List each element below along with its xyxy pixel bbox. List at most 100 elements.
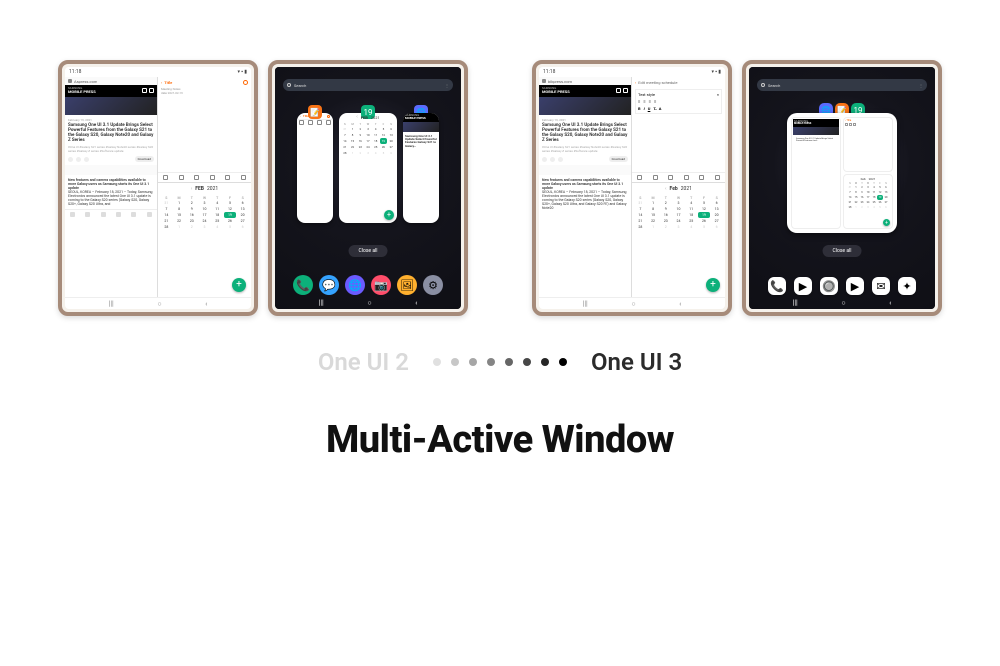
strike-button[interactable]: T̶: [653, 106, 655, 111]
app-dock[interactable]: 📞 💬 🌐 📷 🖼 ⚙: [275, 275, 461, 295]
split-pane-calendar[interactable]: ‹ FEB 2021 SMTWTFS3112345678910111213141…: [158, 183, 251, 297]
nav-tabs-icon[interactable]: [131, 212, 136, 217]
notes-body[interactable]: [158, 95, 251, 172]
share-link-icon[interactable]: [558, 157, 563, 162]
task-card-calendar[interactable]: 19 ‹FEB2021 SMTWTFS311234567891011121314…: [339, 113, 397, 223]
split-pane-calendar[interactable]: ‹ Feb 2021 SMTWTFS3112345678910111213141…: [632, 183, 725, 297]
download-button[interactable]: Download: [135, 156, 154, 162]
mini-notes[interactable]: ‹ Title: [843, 117, 893, 172]
notes-record-icon[interactable]: [243, 80, 248, 85]
tool-check-icon[interactable]: [163, 175, 168, 180]
nav-recent-icon[interactable]: |||: [583, 300, 588, 308]
recents-cards-row[interactable]: 📝 ‹Title 19 ‹FEB2021 SMTWTFS311234567891…: [275, 103, 461, 233]
align-justify-icon[interactable]: ≡: [654, 99, 656, 104]
search-icon[interactable]: [616, 88, 621, 93]
calendar-day[interactable]: 12: [698, 206, 711, 212]
calendar-fab[interactable]: +: [706, 278, 720, 292]
tool-voice-icon[interactable]: [194, 175, 199, 180]
align-right-icon[interactable]: ≡: [649, 99, 651, 104]
more-icon[interactable]: ⋮: [919, 83, 923, 88]
system-nav-bar[interactable]: ||| ○ ‹: [539, 297, 725, 309]
recents-group-card[interactable]: SAMSUNGMOBILE PRESS Samsung One UI 3.1 U…: [787, 113, 897, 233]
nav-bookmark-icon[interactable]: [116, 212, 121, 217]
dock-app-settings[interactable]: ⚙: [423, 275, 443, 295]
dock-app-youtube[interactable]: ▶: [846, 277, 864, 295]
notes-back-button[interactable]: ‹: [635, 80, 636, 85]
text-style-panel[interactable]: Text style× ≡ ≡ ≡ ≡ B: [635, 89, 722, 114]
tool-voice-icon[interactable]: [668, 175, 673, 180]
browser-url-bar[interactable]: bikpress.com: [539, 77, 631, 85]
dock-app-chrome[interactable]: 🔘: [820, 277, 838, 295]
share-fb-icon[interactable]: [542, 157, 547, 162]
browser-url-bar[interactable]: Aspress.com: [65, 77, 157, 85]
menu-icon[interactable]: [623, 88, 628, 93]
align-left-icon[interactable]: ≡: [638, 99, 640, 104]
share-link-icon[interactable]: [84, 157, 89, 162]
nav-back-icon[interactable]: ‹: [415, 299, 417, 307]
recents-search[interactable]: Search ⋮: [757, 79, 927, 91]
task-card-internet[interactable]: 🌐 SAMSUNGMOBILE PRESS Samsung One UI 3.1…: [403, 113, 439, 223]
app-dock[interactable]: 📞▶🔘▶✉✦: [749, 277, 935, 295]
split-pane-notes[interactable]: ‹ Title Meeting Notes date 2021-02-19: [158, 77, 251, 183]
split-pane-notes[interactable]: ‹ Edit meeting schedule Text style× ≡ ≡: [632, 77, 725, 183]
calendar-day[interactable]: 12: [224, 206, 237, 212]
align-center-icon[interactable]: ≡: [643, 99, 645, 104]
tool-undo-icon[interactable]: [699, 175, 704, 180]
tool-text-icon[interactable]: [225, 175, 230, 180]
menu-icon[interactable]: [149, 88, 154, 93]
calendar-day[interactable]: 28: [634, 224, 647, 230]
tool-more-icon[interactable]: [241, 175, 246, 180]
nav-recent-icon[interactable]: |||: [109, 300, 114, 308]
dock-app-camera[interactable]: 📷: [371, 275, 391, 295]
notes-toolbar[interactable]: [158, 172, 251, 182]
calendar-fab[interactable]: +: [232, 278, 246, 292]
system-nav-bar[interactable]: ||| ○ ‹: [65, 297, 251, 309]
close-all-button[interactable]: Close all: [349, 245, 388, 257]
nav-back-icon[interactable]: ‹: [679, 300, 681, 308]
dock-app-gmail[interactable]: ✉: [872, 277, 890, 295]
nav-home-icon[interactable]: ○: [157, 300, 161, 308]
dock-app-internet[interactable]: 🌐: [345, 275, 365, 295]
nav-home-icon[interactable]: ○: [367, 299, 371, 307]
nav-home-icon[interactable]: [101, 212, 106, 217]
more-icon[interactable]: ⋮: [445, 83, 449, 88]
mini-calendar[interactable]: Feb 2021 SMTWTFS311234567891011121314151…: [843, 174, 893, 229]
cal-prev-icon[interactable]: ‹: [191, 186, 193, 192]
share-fb-icon[interactable]: [68, 157, 73, 162]
close-icon[interactable]: ×: [717, 92, 719, 97]
nav-back-icon[interactable]: ‹: [205, 300, 207, 308]
split-pane-browser[interactable]: bikpress.com SAMSUNGMOBILE PRESS Februar…: [539, 77, 632, 297]
italic-button[interactable]: I: [644, 106, 645, 111]
calendar-day[interactable]: 28: [160, 224, 173, 230]
tool-text-icon[interactable]: [684, 175, 689, 180]
split-pane-browser[interactable]: Aspress.com SAMSUNGMOBILE PRESS February…: [65, 77, 158, 297]
dock-app-phone[interactable]: 📞: [293, 275, 313, 295]
recents-search[interactable]: Search ⋮: [283, 79, 453, 91]
share-tw-icon[interactable]: [76, 157, 81, 162]
nav-home-icon[interactable]: ○: [841, 299, 845, 307]
task-card-notes[interactable]: 📝 ‹Title: [297, 113, 333, 223]
calendar-grid[interactable]: SMTWTFS311234567891011121314151617181920…: [158, 195, 251, 231]
tool-image-icon[interactable]: [653, 175, 658, 180]
notes-toolbar[interactable]: [632, 172, 725, 182]
nav-recent-icon[interactable]: |||: [319, 299, 324, 307]
tool-check-icon[interactable]: [637, 175, 642, 180]
nav-menu-icon[interactable]: [147, 212, 152, 217]
dock-app-gallery[interactable]: 🖼: [397, 275, 417, 295]
browser-bottom-nav[interactable]: [65, 209, 157, 219]
close-all-button[interactable]: Close all: [823, 245, 862, 257]
search-icon[interactable]: [142, 88, 147, 93]
nav-home-icon[interactable]: ○: [631, 300, 635, 308]
system-nav-bar[interactable]: ||| ○ ‹: [275, 297, 461, 309]
nav-back-icon[interactable]: ‹: [889, 299, 891, 307]
underline-button[interactable]: U: [648, 106, 651, 111]
tool-image-icon[interactable]: [179, 175, 184, 180]
cal-prev-icon[interactable]: ‹: [665, 186, 667, 192]
bold-button[interactable]: B: [638, 106, 641, 111]
tool-draw-icon[interactable]: [210, 175, 215, 180]
dock-app-messages[interactable]: 💬: [319, 275, 339, 295]
nav-back-icon[interactable]: [70, 212, 75, 217]
mini-browser[interactable]: SAMSUNGMOBILE PRESS Samsung One UI 3.1 U…: [791, 117, 841, 229]
color-button[interactable]: A: [659, 106, 662, 111]
tool-redo-icon[interactable]: [715, 175, 720, 180]
